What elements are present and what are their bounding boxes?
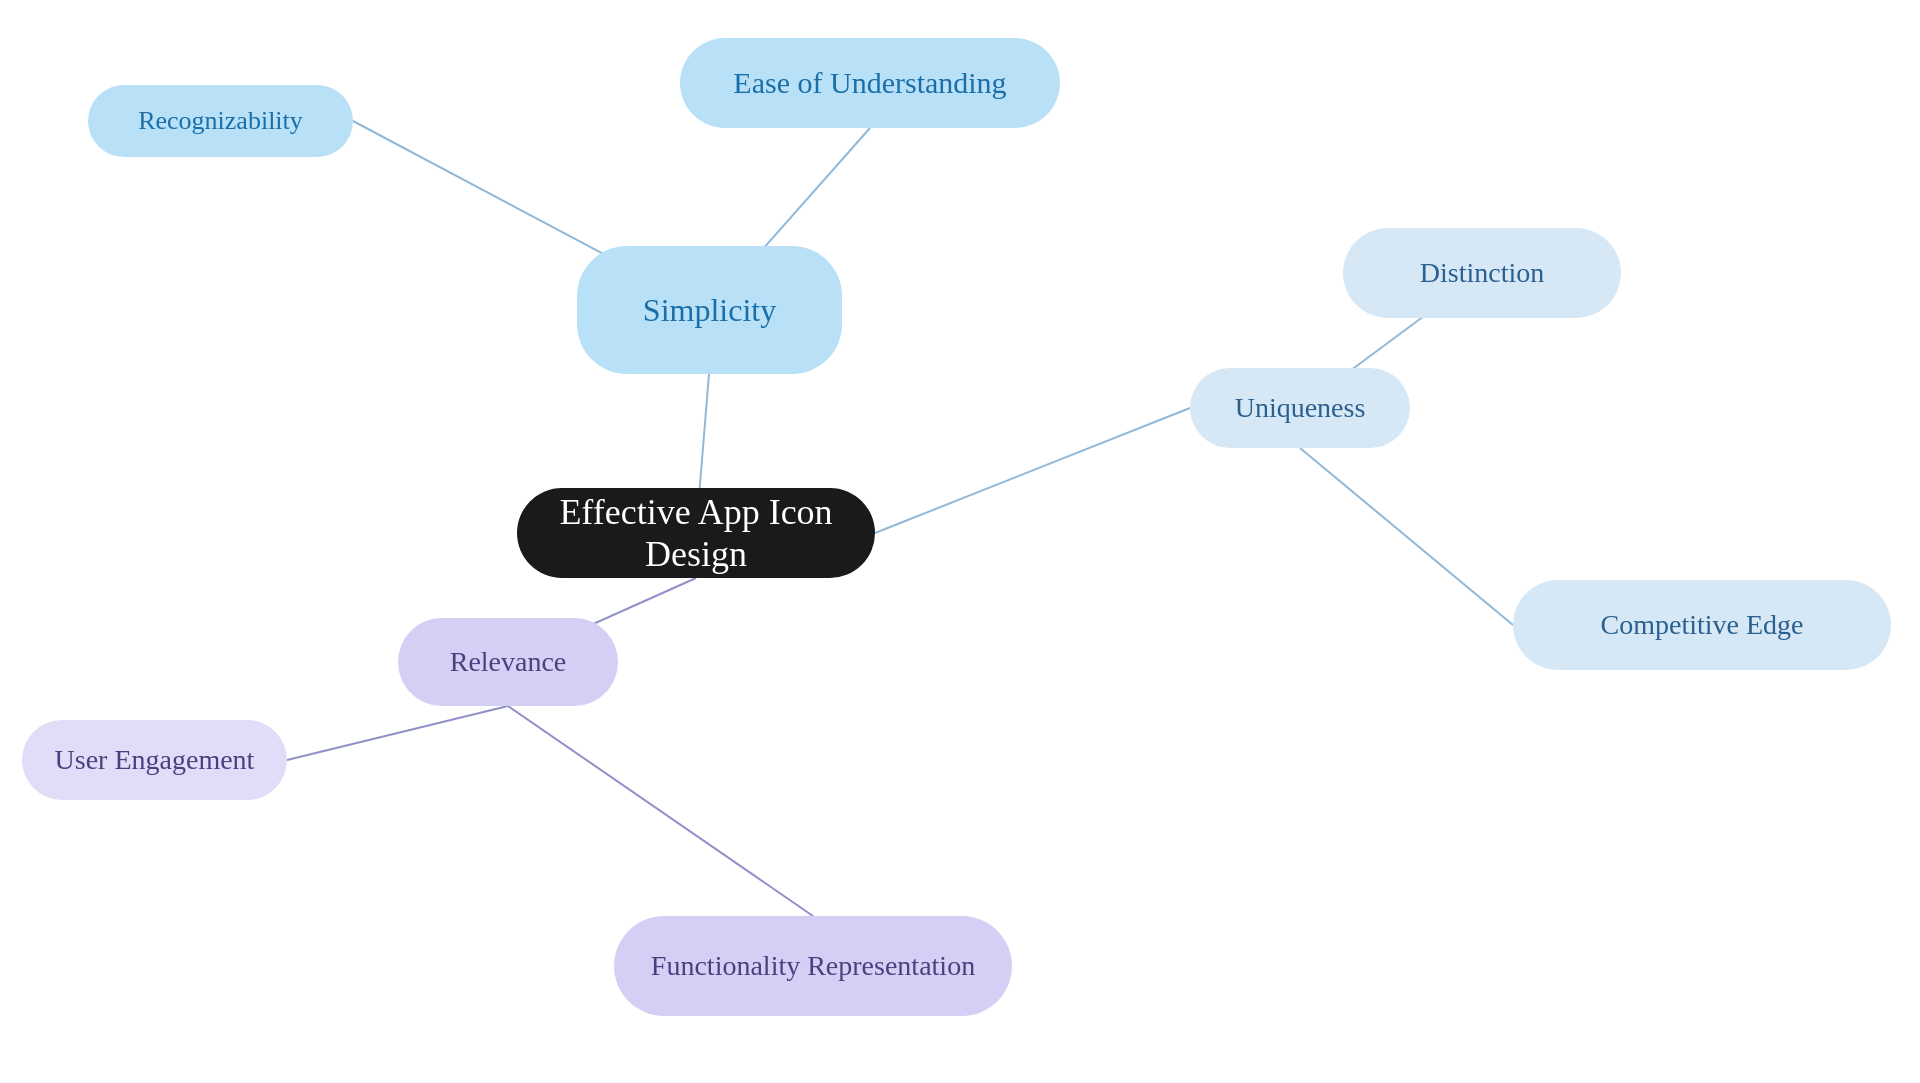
recognizability-node-label: Recognizability <box>138 106 303 136</box>
competitive-node-label: Competitive Edge <box>1601 609 1804 641</box>
simplicity-node-label: Simplicity <box>643 292 776 329</box>
recognizability-node: Recognizability <box>88 85 353 157</box>
relevance-node-label: Relevance <box>450 646 567 678</box>
svg-line-7 <box>287 706 508 760</box>
distinction-node-label: Distinction <box>1420 257 1544 289</box>
ease-node-label: Ease of Understanding <box>733 66 1006 100</box>
svg-line-5 <box>1300 448 1513 625</box>
ease-of-understanding-node: Ease of Understanding <box>680 38 1060 128</box>
distinction-node: Distinction <box>1343 228 1621 318</box>
functionality-node-label: Functionality Representation <box>651 950 975 982</box>
uniqueness-node-label: Uniqueness <box>1235 392 1366 424</box>
svg-line-8 <box>508 706 813 916</box>
user-engagement-node: User Engagement <box>22 720 287 800</box>
relevance-node: Relevance <box>398 618 618 706</box>
simplicity-node: Simplicity <box>577 246 842 374</box>
user-engagement-node-label: User Engagement <box>55 744 255 776</box>
uniqueness-node: Uniqueness <box>1190 368 1410 448</box>
functionality-representation-node: Functionality Representation <box>614 916 1012 1016</box>
main-node: Effective App Icon Design <box>517 488 875 578</box>
competitive-edge-node: Competitive Edge <box>1513 580 1891 670</box>
main-node-label: Effective App Icon Design <box>517 491 875 575</box>
svg-line-3 <box>875 408 1190 533</box>
